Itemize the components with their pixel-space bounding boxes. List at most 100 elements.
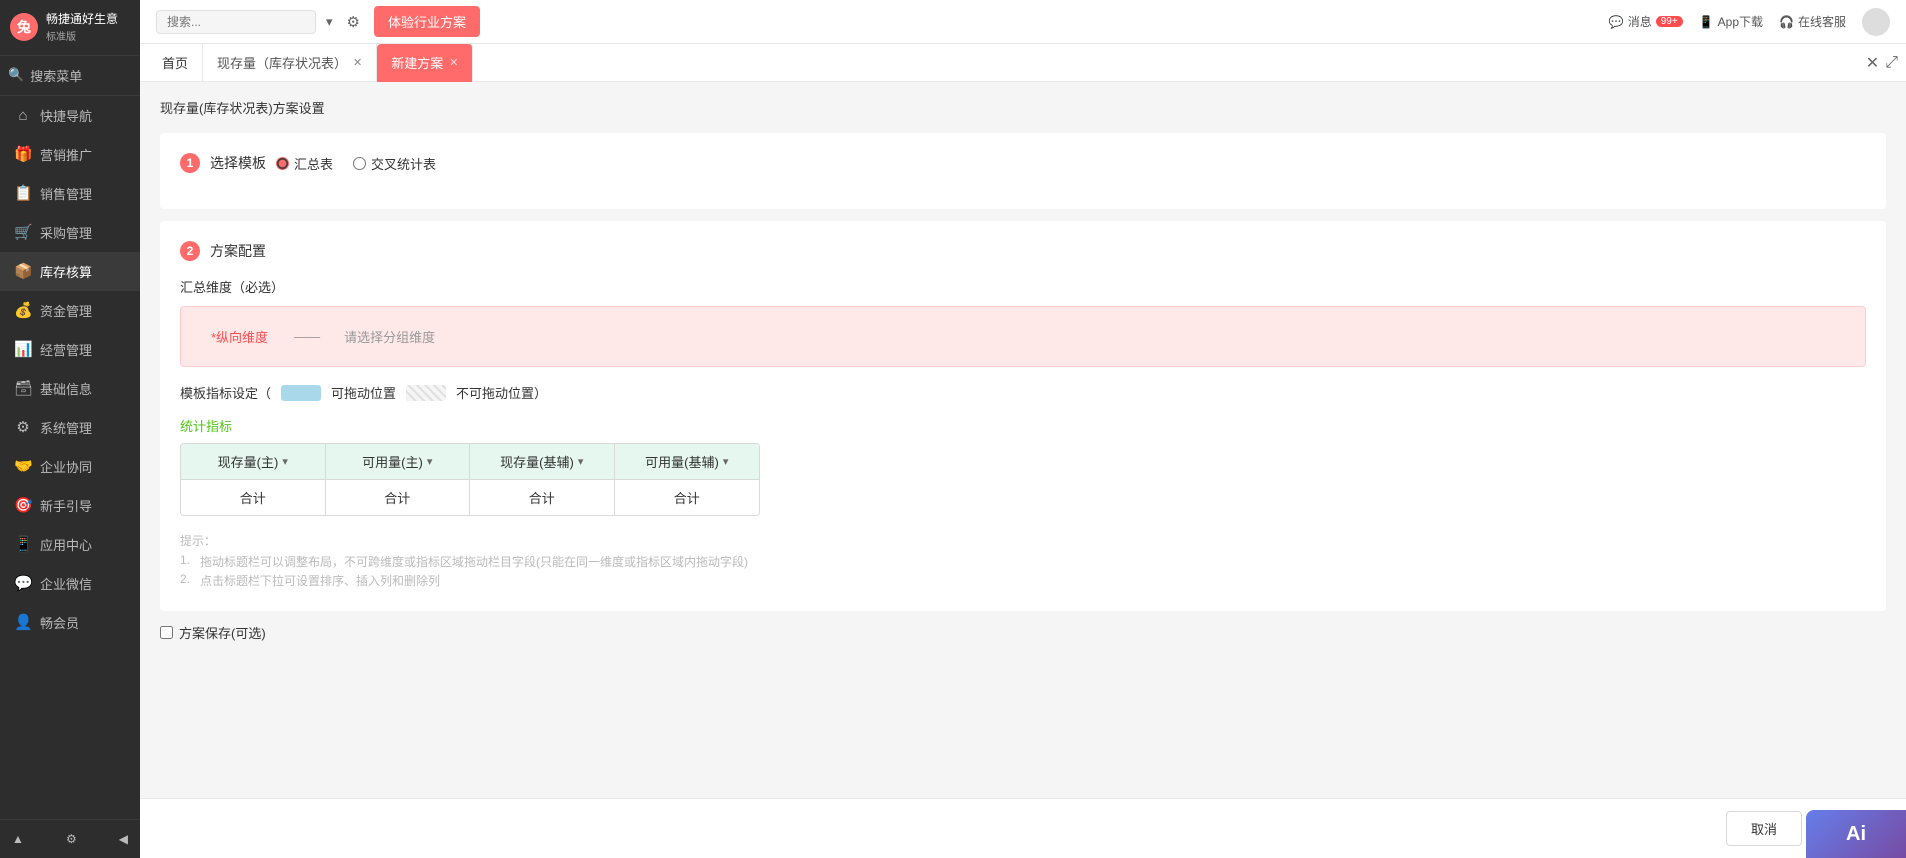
sidebar-item-wechat[interactable]: 💬 企业微信 bbox=[0, 564, 140, 603]
stats-col-2[interactable]: 可用量(主) ▾ bbox=[326, 444, 471, 479]
stats-label: 统计指标 bbox=[180, 416, 1866, 435]
sidebar-scroll-up[interactable]: ▲ bbox=[10, 830, 26, 848]
stats-col-3[interactable]: 现存量(基辅) ▾ bbox=[470, 444, 615, 479]
save-checkbox-label: 方案保存(可选) bbox=[179, 623, 266, 642]
box-icon: 📦 bbox=[14, 262, 32, 280]
page-title: 现存量(库存状况表)方案设置 bbox=[160, 98, 1886, 117]
sidebar-item-label: 企业协同 bbox=[40, 457, 92, 476]
online-service-btn[interactable]: 🎧 在线客服 bbox=[1779, 13, 1846, 30]
header-dropdown-btn[interactable]: ▾ bbox=[326, 14, 333, 30]
sidebar-item-app-center[interactable]: 📱 应用中心 bbox=[0, 525, 140, 564]
online-service-label: 在线客服 bbox=[1798, 13, 1846, 30]
chart-icon: 📊 bbox=[14, 340, 32, 358]
sidebar-nav: ⌂ 快捷导航 🎁 营销推广 📋 销售管理 🛒 采购管理 📦 库存核算 💰 资金管… bbox=[0, 96, 140, 819]
radio-summary[interactable]: 汇总表 bbox=[276, 154, 333, 173]
sidebar-item-system[interactable]: ⚙ 系统管理 bbox=[0, 408, 140, 447]
search-label: 搜索菜单 bbox=[30, 66, 82, 85]
save-checkbox-input[interactable] bbox=[160, 626, 173, 639]
header-left: ▾ ⚙ 体验行业方案 bbox=[156, 6, 480, 37]
chevron-down-icon: ▾ bbox=[578, 455, 584, 468]
tab-new-scheme-close[interactable]: ✕ bbox=[449, 56, 458, 69]
dimension-box[interactable]: *纵向维度 —— 请选择分组维度 bbox=[180, 306, 1866, 367]
step2-num: 2 bbox=[180, 241, 200, 261]
logo-icon: 兔 bbox=[10, 13, 38, 41]
stats-col-1[interactable]: 现存量(主) ▾ bbox=[181, 444, 326, 479]
trial-btn[interactable]: 体验行业方案 bbox=[374, 6, 480, 37]
sidebar-item-cooperation[interactable]: 🤝 企业协同 bbox=[0, 447, 140, 486]
sidebar-item-marketing[interactable]: 🎁 营销推广 bbox=[0, 135, 140, 174]
stats-cell-1-2: 合计 bbox=[326, 480, 471, 515]
tips-section: 提示： 1. 拖动标题栏可以调整布局，不可跨维度或指标区域拖动栏目字段(只能在同… bbox=[180, 532, 1866, 589]
sidebar-item-inventory[interactable]: 📦 库存核算 bbox=[0, 252, 140, 291]
message-badge: 99+ bbox=[1656, 16, 1683, 27]
tip-text-2: 点击标题栏下拉可设置排序、插入列和删除列 bbox=[200, 572, 440, 589]
user-avatar[interactable] bbox=[1862, 8, 1890, 36]
app-name: 畅捷通好生意 bbox=[46, 12, 118, 28]
tab-inventory-close[interactable]: ✕ bbox=[353, 56, 362, 69]
sidebar-item-member[interactable]: 👤 畅会员 bbox=[0, 603, 140, 642]
message-btn[interactable]: 💬 消息 99+ bbox=[1609, 13, 1683, 30]
message-icon: 💬 bbox=[1609, 15, 1624, 29]
tab-bar-actions: ✕ ⤢ bbox=[1866, 53, 1898, 73]
download-icon: 📱 bbox=[1699, 15, 1714, 29]
ai-float-btn[interactable]: Ai bbox=[1806, 810, 1906, 858]
radio-cross[interactable]: 交叉统计表 bbox=[353, 154, 436, 173]
sidebar-item-quick-nav[interactable]: ⌂ 快捷导航 bbox=[0, 96, 140, 135]
sidebar-item-finance[interactable]: 💰 资金管理 bbox=[0, 291, 140, 330]
radio-cross-label: 交叉统计表 bbox=[371, 154, 436, 173]
sidebar-scroll-down[interactable]: ◀ bbox=[117, 830, 130, 848]
mobile-icon: 📱 bbox=[14, 535, 32, 553]
radio-cross-input[interactable] bbox=[353, 157, 366, 170]
tab-inventory-status[interactable]: 现存量（库存状况表） ✕ bbox=[203, 44, 377, 82]
ai-label: Ai bbox=[1846, 823, 1866, 846]
step2-title: 方案配置 bbox=[210, 241, 266, 261]
sidebar-item-label: 销售管理 bbox=[40, 184, 92, 203]
sidebar-logo: 兔 畅捷通好生意 标准版 bbox=[0, 0, 140, 56]
chevron-down-icon: ▾ bbox=[427, 455, 433, 468]
top-header: ▾ ⚙ 体验行业方案 💬 消息 99+ 📱 App下载 🎧 在线客服 bbox=[140, 0, 1906, 44]
stats-cell-1-1: 合计 bbox=[181, 480, 326, 515]
stats-table-body: 合计 合计 合计 合计 bbox=[181, 479, 759, 515]
stats-col-2-label: 可用量(主) bbox=[362, 452, 423, 471]
gift-icon: 🎁 bbox=[14, 145, 32, 163]
stats-col-4[interactable]: 可用量(基辅) ▾ bbox=[615, 444, 760, 479]
service-icon: 🎧 bbox=[1779, 15, 1794, 29]
sidebar-item-guide[interactable]: 🎯 新手引导 bbox=[0, 486, 140, 525]
tab-bar: 首页 现存量（库存状况表） ✕ 新建方案 ✕ ✕ ⤢ bbox=[140, 44, 1906, 82]
step1-header: 1 选择模板 汇总表 交叉统计表 bbox=[180, 153, 1866, 173]
search-icon: 🔍 bbox=[8, 67, 24, 83]
step1-num: 1 bbox=[180, 153, 200, 173]
dimension-placeholder: 请选择分组维度 bbox=[344, 327, 435, 346]
dimension-arrow: —— bbox=[294, 329, 320, 344]
chevron-down-icon: ▾ bbox=[282, 455, 288, 468]
sidebar-item-label: 企业微信 bbox=[40, 574, 92, 593]
app-download-btn[interactable]: 📱 App下载 bbox=[1699, 13, 1763, 30]
sidebar-item-purchase[interactable]: 🛒 采购管理 bbox=[0, 213, 140, 252]
sidebar-item-label: 基础信息 bbox=[40, 379, 92, 398]
header-search-input[interactable] bbox=[156, 10, 316, 34]
tab-home[interactable]: 首页 bbox=[148, 44, 203, 82]
settings-btn[interactable]: ⚙ bbox=[64, 830, 79, 848]
stats-col-1-label: 现存量(主) bbox=[218, 452, 279, 471]
tip-item-1: 1. 拖动标题栏可以调整布局，不可跨维度或指标区域拖动栏目字段(只能在同一维度或… bbox=[180, 553, 1866, 570]
money-icon: 💰 bbox=[14, 301, 32, 319]
sidebar-item-label: 系统管理 bbox=[40, 418, 92, 437]
step2-header: 2 方案配置 bbox=[180, 241, 1866, 261]
tab-new-scheme[interactable]: 新建方案 ✕ bbox=[377, 44, 473, 82]
sidebar-search[interactable]: 🔍 搜索菜单 bbox=[0, 56, 140, 96]
chat-icon: 💬 bbox=[14, 574, 32, 592]
radio-summary-input[interactable] bbox=[276, 157, 289, 170]
sidebar-item-basic[interactable]: 🗃 基础信息 bbox=[0, 369, 140, 408]
cancel-button[interactable]: 取消 bbox=[1726, 811, 1802, 846]
sidebar-item-operation[interactable]: 📊 经营管理 bbox=[0, 330, 140, 369]
sidebar-item-label: 应用中心 bbox=[40, 535, 92, 554]
chevron-down-icon: ▾ bbox=[723, 455, 729, 468]
header-gear-btn[interactable]: ⚙ bbox=[343, 9, 364, 35]
tab-close-all-btn[interactable]: ✕ bbox=[1866, 53, 1879, 73]
page-content: 现存量(库存状况表)方案设置 1 选择模板 汇总表 交叉统计表 bbox=[140, 82, 1906, 798]
save-checkbox-row: 方案保存(可选) bbox=[160, 623, 1886, 642]
sidebar-item-sales[interactable]: 📋 销售管理 bbox=[0, 174, 140, 213]
stats-table-header: 现存量(主) ▾ 可用量(主) ▾ 现存量(基辅) ▾ 可用量(基辅) ▾ bbox=[181, 444, 759, 479]
handshake-icon: 🤝 bbox=[14, 457, 32, 475]
tab-expand-btn[interactable]: ⤢ bbox=[1885, 53, 1898, 73]
